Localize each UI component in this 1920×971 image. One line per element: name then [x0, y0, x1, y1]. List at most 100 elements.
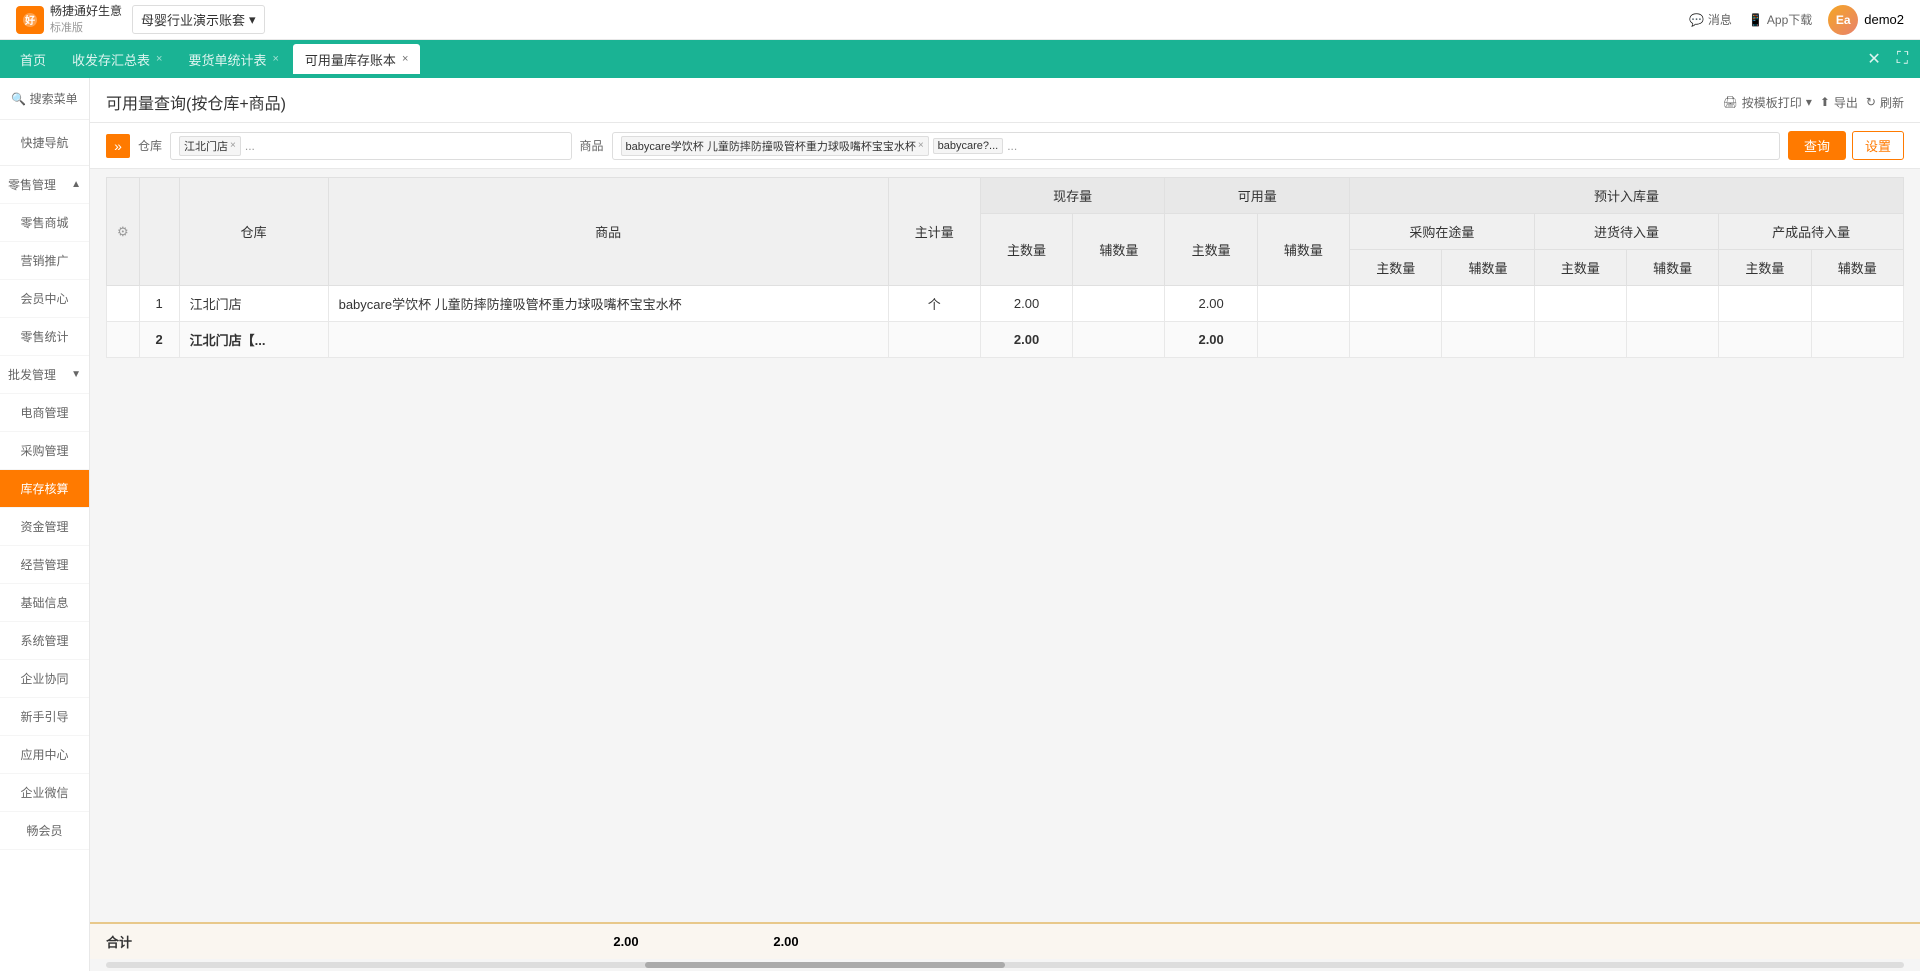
- product-tag-1-close[interactable]: ×: [918, 140, 924, 151]
- sidebar-item-system[interactable]: 系统管理: [0, 622, 89, 660]
- quick-nav-item[interactable]: 快捷导航: [0, 128, 89, 157]
- col-header-settings: ⚙: [107, 178, 140, 286]
- app-download-button[interactable]: 📱 App下载: [1748, 11, 1812, 28]
- table-row: 1 江北门店 babycare学饮杯 儿童防摔防撞吸管杯重力球吸嘴杯宝宝水杯 个…: [107, 286, 1904, 322]
- product-tag-2: babycare?...: [933, 138, 1004, 154]
- search-icon: 🔍: [11, 92, 26, 106]
- search-menu-button[interactable]: 🔍 搜索菜单: [8, 86, 81, 111]
- tab-available-close[interactable]: ×: [402, 53, 408, 65]
- scrollbar-track: [106, 962, 1904, 968]
- horizontal-scrollbar[interactable]: [90, 959, 1920, 971]
- cell-unit-2: [888, 322, 980, 358]
- sidebar-item-retail-mgmt[interactable]: 零售管理 ▲: [0, 166, 89, 204]
- logo-icon: 好: [16, 6, 44, 34]
- sidebar-item-app-center[interactable]: 应用中心: [0, 736, 89, 774]
- sidebar-item-finance-label: 资金管理: [20, 518, 68, 535]
- cell-settings: [107, 286, 140, 322]
- tab-order-close[interactable]: ×: [272, 53, 278, 65]
- sidebar-item-retail-shop[interactable]: 零售商城: [0, 204, 89, 242]
- product-filter-more[interactable]: ...: [1007, 139, 1017, 153]
- tab-close-all[interactable]: ✕: [1863, 47, 1884, 71]
- product-filter-input[interactable]: babycare学饮杯 儿童防摔防撞吸管杯重力球吸嘴杯宝宝水杯 × babyca…: [612, 132, 1780, 160]
- cell-current-main-2: 2.00: [980, 322, 1072, 358]
- table-settings-icon[interactable]: ⚙: [117, 224, 129, 239]
- col-header-current-aux: 辅数量: [1073, 214, 1165, 286]
- col-header-available: 可用量: [1165, 178, 1350, 214]
- sidebar-item-inventory[interactable]: 库存核算: [0, 470, 89, 508]
- settings-button[interactable]: 设置: [1852, 131, 1904, 160]
- sidebar-item-operations[interactable]: 经营管理: [0, 546, 89, 584]
- sidebar-item-newbie[interactable]: 新手引导: [0, 698, 89, 736]
- cell-current-main: 2.00: [980, 286, 1072, 322]
- scrollbar-thumb[interactable]: [645, 962, 1005, 968]
- cell-no-2: 2: [139, 322, 179, 358]
- sidebar-item-purchase[interactable]: 采购管理: [0, 432, 89, 470]
- sidebar-item-marketing-label: 营销推广: [20, 252, 68, 269]
- top-bar-left: 好 畅捷通好生意 标准版 母婴行业演示账套 ▾: [16, 4, 265, 36]
- col-header-warehouse: 仓库: [179, 178, 328, 286]
- logo-area: 好 畅捷通好生意 标准版: [16, 4, 122, 36]
- col-header-available-aux: 辅数量: [1257, 214, 1349, 286]
- tab-maximize[interactable]: ⛶: [1893, 48, 1912, 70]
- footer-values: 2.00 2.00: [226, 934, 1904, 949]
- table-footer: 合计 2.00 2.00: [90, 922, 1920, 959]
- col-header-purchase-aux: 辅数量: [1442, 250, 1534, 286]
- industry-selector-label: 母婴行业演示账套: [141, 10, 245, 29]
- filter-toggle-button[interactable]: »: [106, 134, 130, 158]
- sidebar-item-operations-label: 经营管理: [20, 556, 68, 573]
- sidebar-item-finance[interactable]: 资金管理: [0, 508, 89, 546]
- warehouse-filter-more[interactable]: ...: [245, 139, 255, 153]
- tab-bar: 首页 收发存汇总表 × 要货单统计表 × 可用量库存账本 × ✕ ⛶: [0, 40, 1920, 78]
- print-button[interactable]: 🖨 按模板打印 ▾: [1723, 94, 1812, 111]
- logo-text: 畅捷通好生意: [50, 4, 122, 20]
- sidebar-item-member-label: 会员中心: [20, 290, 68, 307]
- svg-text:好: 好: [24, 14, 35, 27]
- cell-current-aux-2: [1073, 322, 1165, 358]
- sidebar-item-wholesale-mgmt-label: 批发管理: [8, 366, 56, 383]
- export-button[interactable]: ⬆ 导出: [1820, 94, 1858, 111]
- chevron-down-icon: ▾: [249, 12, 256, 28]
- tab-home[interactable]: 首页: [8, 44, 58, 74]
- industry-selector[interactable]: 母婴行业演示账套 ▾: [132, 5, 265, 34]
- cell-purchase-aux: [1442, 286, 1534, 322]
- user-menu[interactable]: Ea demo2: [1828, 5, 1904, 35]
- header-actions: 🖨 按模板打印 ▾ ⬆ 导出 ↻ 刷新: [1723, 94, 1904, 111]
- tab-receive-close[interactable]: ×: [156, 53, 162, 65]
- col-header-available-main: 主数量: [1165, 214, 1257, 286]
- phone-icon: 📱: [1748, 13, 1763, 27]
- refresh-button[interactable]: ↻ 刷新: [1866, 94, 1904, 111]
- warehouse-tag-close[interactable]: ×: [230, 140, 236, 151]
- sidebar-item-vip[interactable]: 畅会员: [0, 812, 89, 850]
- sidebar-item-retail-stats[interactable]: 零售统计: [0, 318, 89, 356]
- sidebar-item-wholesale-mgmt[interactable]: 批发管理 ▼: [0, 356, 89, 394]
- message-button[interactable]: 💬 消息: [1689, 11, 1732, 28]
- sidebar-item-newbie-label: 新手引导: [20, 708, 68, 725]
- sidebar-item-purchase-label: 采购管理: [20, 442, 68, 459]
- tab-order[interactable]: 要货单统计表 ×: [176, 44, 290, 74]
- col-header-pending-in: 进货待入量: [1534, 214, 1719, 250]
- col-header-product: 商品: [328, 178, 888, 286]
- tab-receive[interactable]: 收发存汇总表 ×: [60, 44, 174, 74]
- sidebar: 🔍 搜索菜单 快捷导航 零售管理 ▲ 零售商城 营销推广 会员中心 零售统计 批…: [0, 78, 90, 971]
- tab-available[interactable]: 可用量库存账本 ×: [293, 44, 420, 74]
- sidebar-item-ecommerce[interactable]: 电商管理: [0, 394, 89, 432]
- tab-bar-actions: ✕ ⛶: [1863, 47, 1912, 71]
- col-header-current-stock: 现存量: [980, 178, 1165, 214]
- sidebar-item-enterprise[interactable]: 企业协同: [0, 660, 89, 698]
- warehouse-tag: 江北门店 ×: [179, 136, 241, 156]
- sidebar-item-enterprise-label: 企业协同: [20, 670, 68, 687]
- page-header: 可用量查询(按仓库+商品) 🖨 按模板打印 ▾ ⬆ 导出 ↻ 刷新: [90, 78, 1920, 123]
- col-header-production-aux: 辅数量: [1811, 250, 1903, 286]
- sidebar-item-wechat[interactable]: 企业微信: [0, 774, 89, 812]
- col-header-current-main: 主数量: [980, 214, 1072, 286]
- query-button[interactable]: 查询: [1788, 131, 1846, 160]
- sidebar-item-basic-info[interactable]: 基础信息: [0, 584, 89, 622]
- sidebar-item-member[interactable]: 会员中心: [0, 280, 89, 318]
- col-header-pending-main: 主数量: [1534, 250, 1626, 286]
- sidebar-item-retail-mgmt-label: 零售管理: [8, 176, 56, 193]
- col-header-no: [139, 178, 179, 286]
- warehouse-filter-input[interactable]: 江北门店 × ...: [170, 132, 571, 160]
- sidebar-item-retail-shop-label: 零售商城: [20, 214, 68, 231]
- tab-order-label: 要货单统计表: [188, 50, 266, 69]
- sidebar-item-marketing[interactable]: 营销推广: [0, 242, 89, 280]
